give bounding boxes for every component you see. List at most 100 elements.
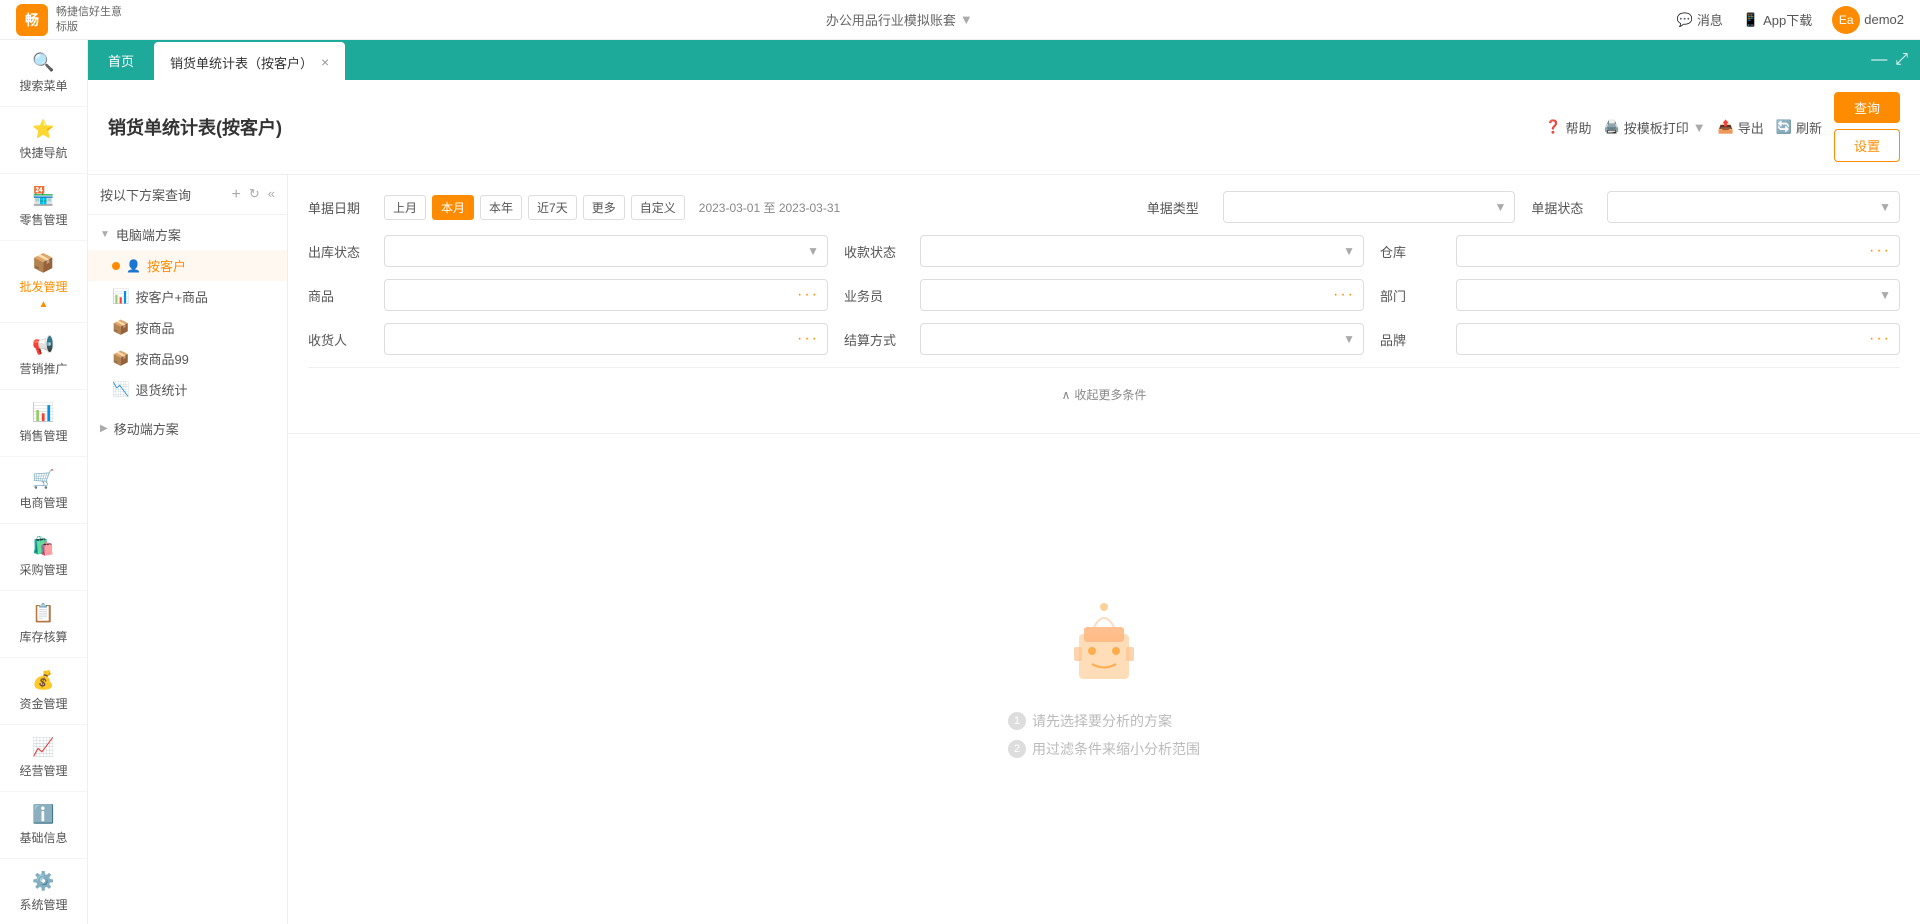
- order-type-select[interactable]: ▼: [1223, 191, 1516, 223]
- sidebar-item-sales[interactable]: 📊 销售管理: [0, 390, 87, 457]
- sidebar-item-label: 零售管理: [19, 211, 67, 228]
- logo-icon: 畅: [16, 4, 48, 36]
- date-btn-more[interactable]: 更多: [583, 195, 625, 220]
- salesperson-select[interactable]: ···: [920, 279, 1364, 311]
- tree-child-by-customer-product[interactable]: 📊 按客户+商品: [88, 281, 287, 312]
- retail-icon: 🏪: [32, 186, 54, 207]
- consignee-select[interactable]: ···: [384, 323, 828, 355]
- logo-area: 畅 畅捷信好生意 标版: [16, 4, 122, 36]
- print-chevron-icon: ▼: [1693, 120, 1706, 135]
- sidebar-item-system[interactable]: ⚙️ 系统管理: [0, 859, 87, 924]
- tree-parent-desktop[interactable]: ▼ 电脑端方案: [88, 219, 287, 250]
- page-header: 销货单统计表(按客户) ❓ 帮助 🖨️ 按模板打印 ▼ 📤 导出: [88, 80, 1920, 175]
- date-btn-last-month[interactable]: 上月: [384, 195, 426, 220]
- window-maximize-button[interactable]: ⤢: [1895, 51, 1908, 69]
- sidebar-item-search-menu[interactable]: 🔍 搜索菜单: [0, 40, 87, 107]
- date-btn-current-year[interactable]: 本年: [480, 195, 522, 220]
- info-icon: ℹ️: [32, 804, 54, 825]
- marketing-icon: 📢: [32, 335, 54, 356]
- sidebar-item-label: 基础信息: [19, 829, 67, 846]
- tab-close-button[interactable]: ×: [321, 55, 329, 69]
- filter-row-2: 出库状态 ▼ 收款状态 ▼ 仓库: [308, 235, 1900, 267]
- purchase-icon: 🛍️: [32, 536, 54, 557]
- brand-dots-icon: ···: [1869, 330, 1891, 348]
- shipping-status-label: 出库状态: [308, 242, 368, 261]
- brand-select[interactable]: ···: [1456, 323, 1900, 355]
- shipping-chevron-icon: ▼: [807, 244, 819, 258]
- app-download-button[interactable]: 📱 App下载: [1743, 10, 1812, 29]
- settlement-select[interactable]: ▼: [920, 323, 1364, 355]
- message-button[interactable]: 💬 消息: [1677, 10, 1723, 29]
- window-minimize-button[interactable]: —: [1871, 51, 1887, 69]
- sidebar-item-label: 库存核算: [19, 628, 67, 645]
- tip-num-1: 1: [1008, 712, 1026, 730]
- sales-icon: 📊: [32, 402, 54, 423]
- filter-area: 单据日期 上月 本月 本年 近7天 更多 自定义 2023-03-01 至 20…: [288, 175, 1920, 434]
- date-btn-current-month[interactable]: 本月: [432, 195, 474, 220]
- date-range: 2023-03-01 至 2023-03-31: [699, 199, 840, 216]
- sidebar-item-label: 电商管理: [19, 494, 67, 511]
- sidebar-item-retail[interactable]: 🏪 零售管理: [0, 174, 87, 241]
- tree-child-return-stats[interactable]: 📉 退货统计: [88, 374, 287, 405]
- refresh-scheme-button[interactable]: ↻: [249, 186, 260, 204]
- warehouse-select[interactable]: ···: [1456, 235, 1900, 267]
- empty-illustration: [1054, 599, 1154, 699]
- collapse-icon: ∧: [1062, 388, 1071, 402]
- export-button[interactable]: 📤 导出: [1718, 118, 1764, 137]
- filter-row-4: 收货人 ··· 结算方式 ▼ 品牌 ···: [308, 323, 1900, 355]
- department-label: 部门: [1380, 286, 1440, 305]
- department-chevron-icon: ▼: [1879, 288, 1891, 302]
- sidebar-item-label: 资金管理: [19, 695, 67, 712]
- department-select[interactable]: ▼: [1456, 279, 1900, 311]
- tab-home[interactable]: 首页: [88, 40, 154, 80]
- tree-child-by-product-99[interactable]: 📦 按商品99: [88, 343, 287, 374]
- payment-status-select[interactable]: ▼: [920, 235, 1364, 267]
- ecommerce-icon: 🛒: [32, 469, 54, 490]
- sidebar-item-operations[interactable]: 📈 经营管理: [0, 725, 87, 792]
- tip-1: 1 请先选择要分析的方案: [1008, 711, 1200, 731]
- shipping-status-select[interactable]: ▼: [384, 235, 828, 267]
- user-menu[interactable]: Ea demo2: [1832, 6, 1904, 34]
- query-button[interactable]: 查询: [1834, 92, 1900, 123]
- date-btn-custom[interactable]: 自定义: [631, 195, 685, 220]
- tree-child-by-customer[interactable]: 👤 按客户: [88, 250, 287, 281]
- sidebar-item-marketing[interactable]: 📢 营销推广: [0, 323, 87, 390]
- chevron-down-icon[interactable]: ▼: [960, 12, 973, 27]
- sidebar-item-label: 营销推广: [19, 360, 67, 377]
- product-icon: 📦: [112, 319, 129, 336]
- tab-active[interactable]: 销货单统计表（按客户） ×: [154, 42, 345, 82]
- collapse-button[interactable]: ∧ 收起更多条件: [1062, 378, 1147, 411]
- refresh-button[interactable]: 🔄 刷新: [1776, 118, 1822, 137]
- add-scheme-button[interactable]: +: [232, 186, 241, 204]
- tree-child-by-product[interactable]: 📦 按商品: [88, 312, 287, 343]
- sidebar-item-purchase[interactable]: 🛍️ 采购管理: [0, 524, 87, 591]
- sidebar-item-quick-nav[interactable]: ⭐ 快捷导航: [0, 107, 87, 174]
- collapse-panel-button[interactable]: «: [268, 186, 275, 204]
- payment-status-label: 收款状态: [844, 242, 904, 261]
- order-status-select[interactable]: ▼: [1607, 191, 1900, 223]
- sidebar-item-inventory[interactable]: 📋 库存核算: [0, 591, 87, 658]
- sidebar-item-finance[interactable]: 💰 资金管理: [0, 658, 87, 725]
- sidebar-item-label: 搜索菜单: [19, 77, 67, 94]
- date-btn-last-7-days[interactable]: 近7天: [528, 195, 577, 220]
- sidebar-item-ecommerce[interactable]: 🛒 电商管理: [0, 457, 87, 524]
- chevron-down-icon: ▼: [100, 229, 110, 240]
- consignee-label: 收货人: [308, 330, 368, 349]
- product-select[interactable]: ···: [384, 279, 828, 311]
- order-status-chevron-icon: ▼: [1879, 200, 1891, 214]
- wholesale-icon: 📦: [32, 253, 54, 274]
- finance-icon: 💰: [32, 670, 54, 691]
- help-button[interactable]: ❓ 帮助: [1545, 118, 1591, 137]
- date-label: 单据日期: [308, 198, 368, 217]
- search-icon: 🔍: [32, 52, 54, 73]
- settings-button[interactable]: 设置: [1834, 129, 1900, 162]
- tree-parent-mobile[interactable]: ▶ 移动端方案: [88, 413, 287, 444]
- settlement-label: 结算方式: [844, 330, 904, 349]
- tree-child-label: 退货统计: [135, 380, 187, 399]
- sidebar-item-wholesale[interactable]: 📦 批发管理 ▲: [0, 241, 87, 323]
- download-icon: 📱: [1743, 12, 1759, 28]
- print-button[interactable]: 🖨️ 按模板打印 ▼: [1604, 118, 1706, 137]
- settlement-chevron-icon: ▼: [1343, 332, 1355, 346]
- tab-actions: — ⤢: [1871, 51, 1920, 69]
- sidebar-item-basic-info[interactable]: ℹ️ 基础信息: [0, 792, 87, 859]
